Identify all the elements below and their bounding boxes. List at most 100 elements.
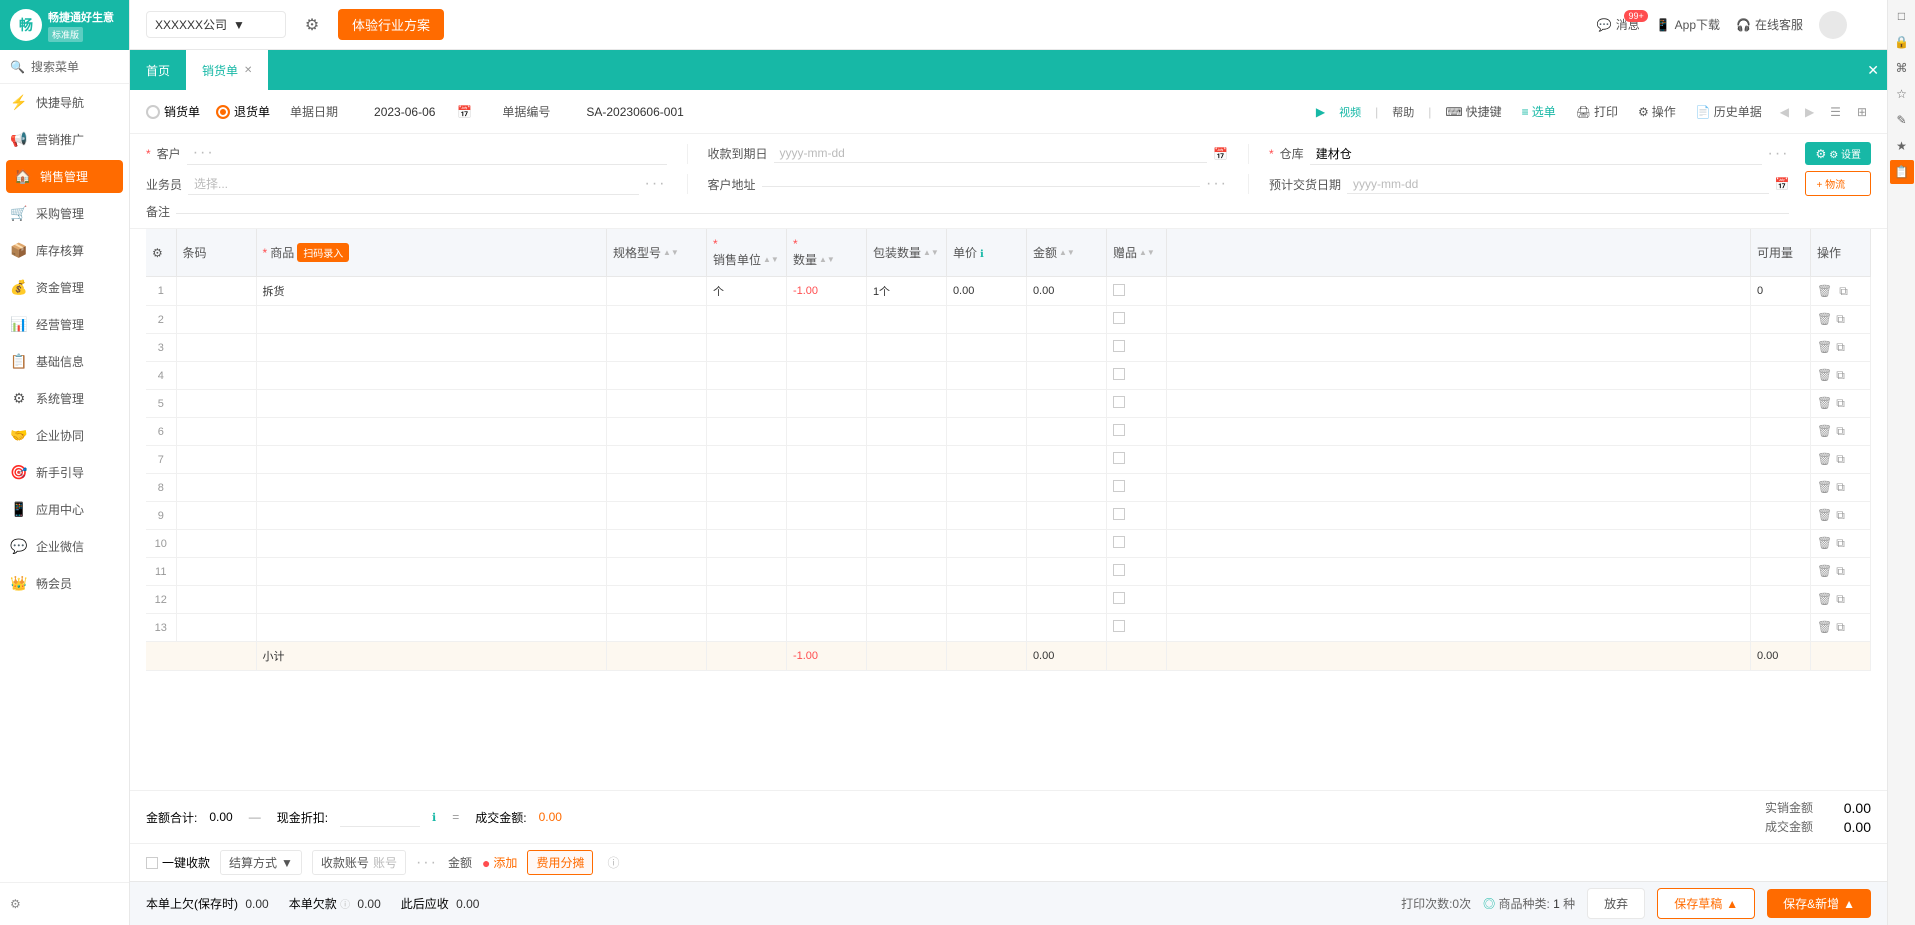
print-btn[interactable]: 🖨 打印 [1570, 100, 1624, 123]
gift-checkbox-7[interactable] [1113, 452, 1125, 464]
sidebar-item-basic-info[interactable]: 📋 基础信息 [0, 343, 129, 380]
save-draft-button[interactable]: 保存草稿 ▲ [1657, 888, 1755, 919]
date-picker-icon[interactable]: 📅 [457, 105, 472, 119]
grid-view-icon[interactable]: ⊞ [1857, 105, 1867, 119]
delete-icon-5[interactable]: 🗑 [1817, 396, 1832, 410]
arrears-info-icon[interactable]: ⓘ [340, 900, 350, 911]
row-barcode-1[interactable] [176, 277, 256, 306]
delete-icon-3[interactable]: 🗑 [1817, 340, 1832, 354]
tab-sales-order[interactable]: 销货单 ✕ [186, 50, 268, 90]
sidebar-item-enterprise[interactable]: 🤝 企业协同 [0, 417, 129, 454]
gift-checkbox-9[interactable] [1113, 508, 1125, 520]
gift-checkbox-4[interactable] [1113, 368, 1125, 380]
sidebar-item-finance[interactable]: 💰 资金管理 [0, 269, 129, 306]
sidebar-item-marketing[interactable]: 📢 营销推广 [0, 121, 129, 158]
right-panel-btn-6[interactable]: ★ [1890, 134, 1914, 158]
sidebar-item-system[interactable]: ⚙ 系统管理 [0, 380, 129, 417]
gift-checkbox-1[interactable] [1113, 284, 1125, 296]
delete-icon-8[interactable]: 🗑 [1817, 480, 1832, 494]
list-view-icon[interactable]: ☰ [1830, 105, 1841, 119]
fee-split-btn[interactable]: 费用分摊 [527, 850, 593, 875]
one-click-checkbox[interactable] [146, 857, 158, 869]
delete-icon-6[interactable]: 🗑 [1817, 424, 1832, 438]
delete-icon-13[interactable]: 🗑 [1817, 620, 1832, 634]
app-download-btn[interactable]: 📱 App下载 [1656, 16, 1720, 33]
radio-return[interactable]: 退货单 [216, 103, 270, 120]
customer-input[interactable]: ··· [187, 142, 667, 165]
copy-icon-10[interactable]: ⧉ [1836, 536, 1845, 550]
sidebar-settings-btn[interactable]: ⚙ [0, 891, 129, 917]
warehouse-dots[interactable]: ··· [1768, 145, 1790, 163]
sidebar-item-inventory[interactable]: 📦 库存核算 [0, 232, 129, 269]
topbar-settings-btn[interactable]: ⚙ [298, 11, 326, 39]
tab-close-icon[interactable]: ✕ [244, 65, 252, 76]
delivery-calendar-icon[interactable]: 📅 [1775, 177, 1790, 191]
delete-icon-4[interactable]: 🗑 [1817, 368, 1832, 382]
fee-info-icon[interactable]: ⓘ [607, 854, 619, 871]
gift-checkbox-8[interactable] [1113, 480, 1125, 492]
video-btn[interactable]: 视频 [1333, 101, 1367, 123]
sidebar-item-wechat[interactable]: 💬 企业微信 [0, 528, 129, 565]
copy-icon-9[interactable]: ⧉ [1836, 508, 1845, 522]
add-payment-btn[interactable]: ● 添加 [482, 854, 517, 871]
delete-icon-11[interactable]: 🗑 [1817, 564, 1832, 578]
gift-checkbox-12[interactable] [1113, 592, 1125, 604]
delete-icon-10[interactable]: 🗑 [1817, 536, 1832, 550]
row-product-1[interactable]: 拆货 [256, 277, 606, 306]
online-service-btn[interactable]: 🎧 在线客服 [1736, 16, 1803, 33]
right-panel-btn-4[interactable]: ☆ [1890, 82, 1914, 106]
account-selector[interactable]: 收款账号 账号 [312, 850, 406, 875]
payment-method-selector[interactable]: 结算方式 ▼ [220, 850, 302, 875]
right-panel-btn-7[interactable]: 📋 [1890, 160, 1914, 184]
shortcut-btn[interactable]: ⌨ 快捷键 [1439, 100, 1507, 123]
abandon-button[interactable]: 放弃 [1587, 888, 1645, 919]
notification-btn[interactable]: 💬 消息 99+ [1597, 16, 1640, 33]
copy-icon-3[interactable]: ⧉ [1836, 340, 1845, 354]
warehouse-input[interactable]: 建材仓 [1310, 143, 1762, 165]
delivery-date-input[interactable]: yyyy-mm-dd [1347, 175, 1769, 194]
copy-icon-12[interactable]: ⧉ [1836, 592, 1845, 606]
tab-home[interactable]: 首页 [130, 50, 186, 90]
user-avatar[interactable] [1819, 11, 1847, 39]
gift-checkbox-2[interactable] [1113, 312, 1125, 324]
salesperson-input[interactable]: 选择... [188, 173, 639, 195]
right-panel-btn-3[interactable]: ⌘ [1890, 56, 1914, 80]
gift-checkbox-3[interactable] [1113, 340, 1125, 352]
logistics-button[interactable]: + 物流 [1805, 171, 1871, 196]
gift-checkbox-10[interactable] [1113, 536, 1125, 548]
delete-icon-7[interactable]: 🗑 [1817, 452, 1832, 466]
copy-icon-13[interactable]: ⧉ [1836, 620, 1845, 634]
copy-icon-11[interactable]: ⧉ [1836, 564, 1845, 578]
right-panel-btn-2[interactable]: 🔒 [1890, 30, 1914, 54]
sidebar-item-purchase[interactable]: 🛒 采购管理 [0, 195, 129, 232]
sidebar-item-guide[interactable]: 🎯 新手引导 [0, 454, 129, 491]
help-btn[interactable]: 帮助 [1386, 101, 1420, 123]
company-selector[interactable]: XXXXXX公司 ▼ [146, 11, 286, 38]
delete-icon-9[interactable]: 🗑 [1817, 508, 1832, 522]
row-price-1[interactable]: 0.00 [946, 277, 1026, 306]
row-gift-1[interactable] [1106, 277, 1166, 306]
row-quantity-1[interactable]: -1.00 [786, 277, 866, 306]
copy-icon-1[interactable]: ⧉ [1839, 284, 1848, 298]
radio-sales[interactable]: 销货单 [146, 103, 200, 120]
tab-close-all[interactable]: ✕ [1867, 62, 1887, 79]
th-config[interactable]: ⚙ [146, 229, 176, 277]
delete-icon-12[interactable]: 🗑 [1817, 592, 1832, 606]
copy-icon-4[interactable]: ⧉ [1836, 368, 1845, 382]
sidebar-item-member[interactable]: 👑 畅会员 [0, 565, 129, 602]
account-dots[interactable]: ··· [416, 854, 438, 872]
payment-due-calendar-icon[interactable]: 📅 [1213, 147, 1228, 161]
salesperson-dots[interactable]: ··· [645, 175, 667, 193]
copy-icon-6[interactable]: ⧉ [1836, 424, 1845, 438]
promo-button[interactable]: 体验行业方案 [338, 9, 444, 40]
gift-checkbox-11[interactable] [1113, 564, 1125, 576]
scan-button[interactable]: 扫码录入 [297, 243, 349, 262]
note-input[interactable] [176, 209, 1789, 214]
sidebar-item-operations[interactable]: 📊 经营管理 [0, 306, 129, 343]
right-panel-btn-5[interactable]: ✎ [1890, 108, 1914, 132]
save-new-button[interactable]: 保存&新增 ▲ [1767, 889, 1871, 918]
gift-checkbox-13[interactable] [1113, 620, 1125, 632]
row-pack-qty-1[interactable]: 1个 [866, 277, 946, 306]
customer-address-input[interactable] [762, 182, 1201, 187]
payment-due-input[interactable]: yyyy-mm-dd [774, 144, 1208, 163]
